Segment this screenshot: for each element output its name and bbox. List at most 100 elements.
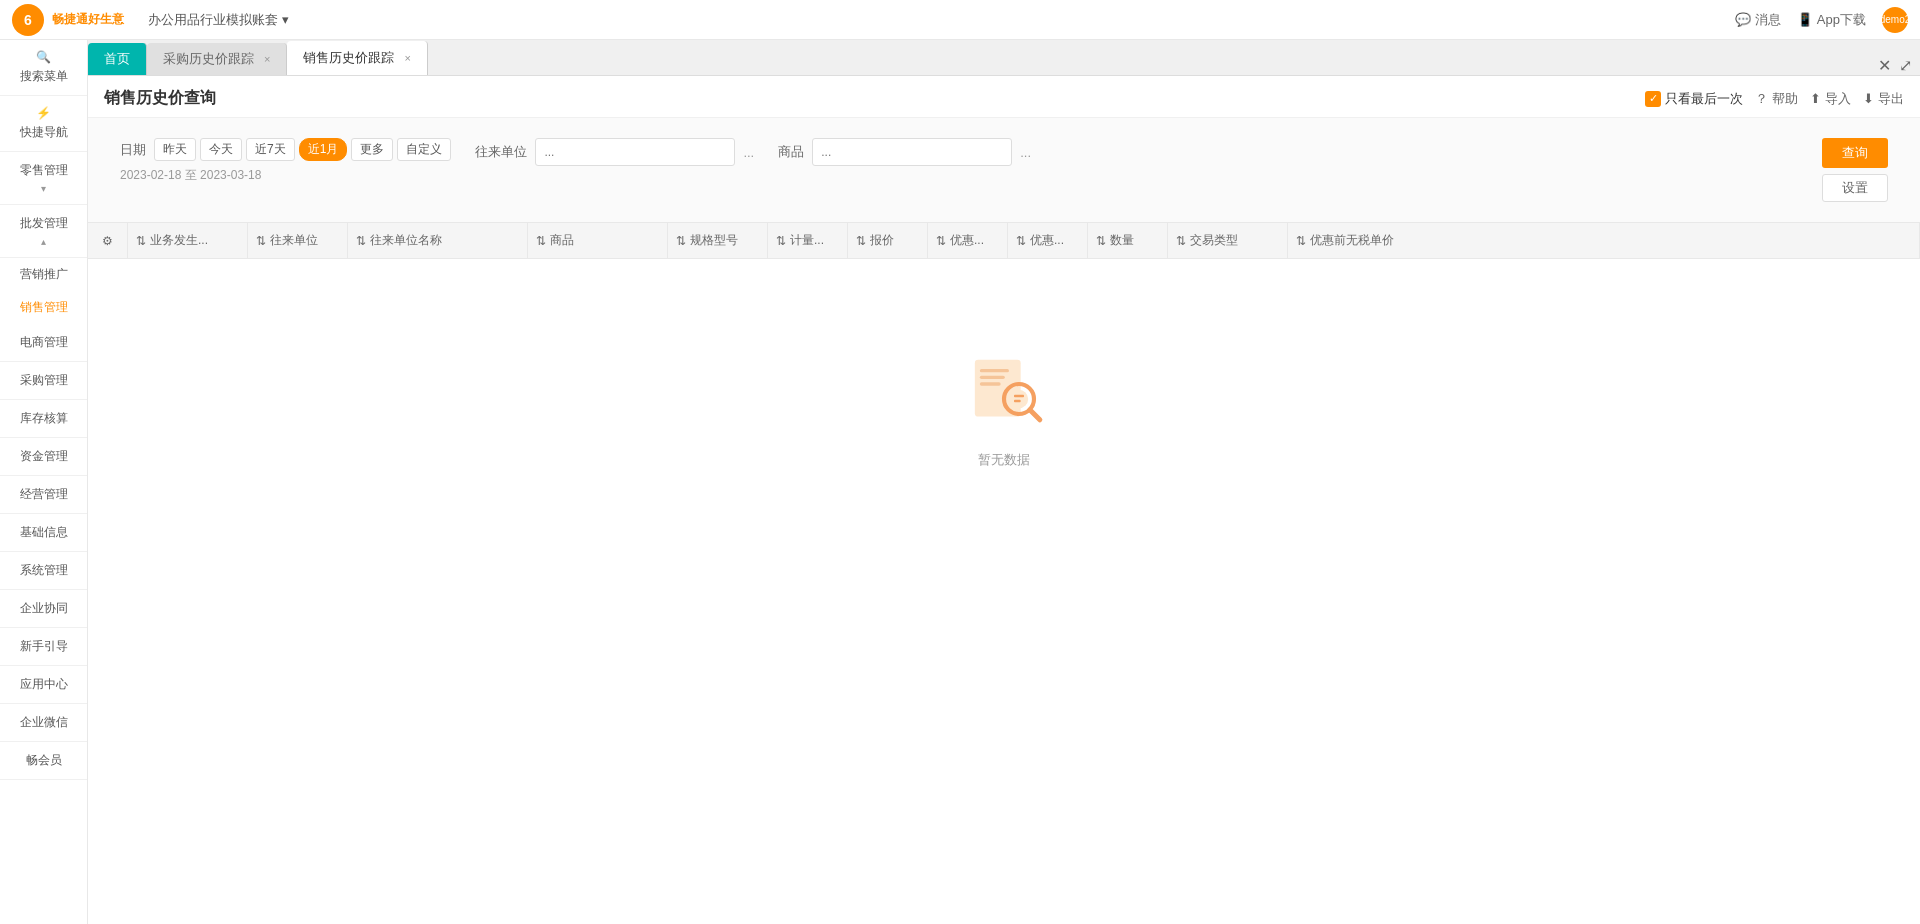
help-button[interactable]: ？ 帮助	[1755, 90, 1798, 108]
svg-rect-1	[980, 369, 1009, 372]
table-header: ⚙ ⇅ 业务发生... ⇅ 往来单位 ⇅ 往来单位名称	[88, 223, 1920, 259]
top-bar-left: 6 畅捷通好生意 办公用品行业模拟账套 ▾	[12, 4, 289, 36]
th-price[interactable]: ⇅ 报价	[848, 223, 928, 258]
only-last-toggle[interactable]: ✓ 只看最后一次	[1645, 90, 1743, 108]
sidebar-item-wholesale[interactable]: 批发管理 ▴	[0, 205, 87, 258]
tab-sales[interactable]: 销售历史价跟踪 ×	[287, 41, 427, 75]
date-btn-yesterday[interactable]: 昨天	[154, 138, 196, 161]
app-selector[interactable]: 办公用品行业模拟账套 ▾	[148, 11, 289, 29]
import-button[interactable]: ⬆ 导入	[1810, 90, 1851, 108]
sort-icon: ⇅	[856, 234, 866, 248]
tab-purchase-close[interactable]: ×	[264, 53, 270, 65]
phone-icon: 📱	[1797, 12, 1813, 27]
th-discount2[interactable]: ⇅ 优惠...	[1008, 223, 1088, 258]
logo-text: 畅捷通好生意	[52, 12, 124, 26]
sidebar-item-basic-info[interactable]: 基础信息	[0, 514, 87, 552]
tab-purchase[interactable]: 采购历史价跟踪 ×	[147, 43, 287, 75]
svg-rect-7	[1014, 395, 1024, 398]
svg-rect-0	[975, 360, 1021, 417]
fullscreen-icon[interactable]: ⤢	[1899, 56, 1912, 75]
user-profile[interactable]: demo2	[1882, 7, 1908, 33]
search-icon: 🔍	[36, 50, 51, 64]
th-product[interactable]: ⇅ 商品	[528, 223, 668, 258]
filter-area: 日期 昨天 今天 近7天 近1月 更多 自定义 2023-02-18 至 202…	[88, 118, 1920, 223]
sidebar-item-system[interactable]: 系统管理	[0, 552, 87, 590]
sidebar-item-quick-nav[interactable]: ⚡ 快捷导航	[0, 96, 87, 152]
tab-home[interactable]: 首页	[88, 43, 147, 75]
th-partner-code[interactable]: ⇅ 往来单位	[248, 223, 348, 258]
th-unit[interactable]: ⇅ 计量...	[768, 223, 848, 258]
avatar: demo2	[1882, 7, 1908, 33]
sidebar: 🔍 搜索菜单 ⚡ 快捷导航 零售管理 ▾ 批发管理 ▴ 营销推广 销售管理 电商…	[0, 40, 88, 924]
export-button[interactable]: ⬇ 导出	[1863, 90, 1904, 108]
sidebar-item-marketing[interactable]: 营销推广	[0, 258, 87, 291]
top-bar: 6 畅捷通好生意 办公用品行业模拟账套 ▾ 💬 消息 📱 App下载 demo2	[0, 0, 1920, 40]
partner-dots[interactable]: ...	[743, 145, 754, 160]
sidebar-item-apps[interactable]: 应用中心	[0, 666, 87, 704]
page-title: 销售历史价查询	[104, 88, 216, 109]
filter-main-row: 日期 昨天 今天 近7天 近1月 更多 自定义 2023-02-18 至 202…	[104, 130, 1904, 210]
sort-icon: ⇅	[356, 234, 366, 248]
svg-rect-3	[980, 382, 1001, 385]
sort-icon: ⇅	[136, 234, 146, 248]
date-btn-custom[interactable]: 自定义	[397, 138, 451, 161]
nav-icon: ⚡	[36, 106, 51, 120]
tab-actions: ✕ ⤢	[1878, 56, 1920, 75]
sort-icon: ⇅	[1296, 234, 1306, 248]
th-business-date[interactable]: ⇅ 业务发生...	[128, 223, 248, 258]
query-button[interactable]: 查询	[1822, 138, 1888, 168]
sidebar-item-member[interactable]: 畅会员	[0, 742, 87, 780]
svg-point-5	[1010, 390, 1028, 408]
sort-icon: ⇅	[1096, 234, 1106, 248]
th-pretax-price[interactable]: ⇅ 优惠前无税单价	[1288, 223, 1920, 258]
action-buttons: 查询 设置	[1822, 138, 1888, 202]
th-partner-name[interactable]: ⇅ 往来单位名称	[348, 223, 528, 258]
chevron-down-icon: ▾	[282, 12, 289, 27]
settings-button[interactable]: 设置	[1822, 174, 1888, 202]
sort-icon: ⇅	[676, 234, 686, 248]
import-icon: ⬆	[1810, 91, 1821, 106]
date-filter-group: 日期 昨天 今天 近7天 近1月 更多 自定义 2023-02-18 至 202…	[120, 138, 451, 184]
tab-sales-close[interactable]: ×	[404, 52, 410, 64]
main-layout: 🔍 搜索菜单 ⚡ 快捷导航 零售管理 ▾ 批发管理 ▴ 营销推广 销售管理 电商…	[0, 40, 1920, 924]
sidebar-item-sales-mgmt[interactable]: 销售管理	[0, 291, 87, 324]
empty-illustration	[954, 339, 1054, 439]
product-input[interactable]	[812, 138, 1012, 166]
sidebar-item-inventory[interactable]: 库存核算	[0, 400, 87, 438]
svg-rect-8	[1014, 400, 1021, 403]
date-btn-1month[interactable]: 近1月	[299, 138, 348, 161]
date-btn-7days[interactable]: 近7天	[246, 138, 295, 161]
partner-label: 往来单位	[475, 143, 527, 161]
sort-icon: ⇅	[1176, 234, 1186, 248]
th-trade-type[interactable]: ⇅ 交易类型	[1168, 223, 1288, 258]
partner-filter-group: 往来单位 ...	[475, 138, 754, 166]
app-download-button[interactable]: 📱 App下载	[1797, 11, 1866, 29]
tab-bar: 首页 采购历史价跟踪 × 销售历史价跟踪 × ✕ ⤢	[88, 40, 1920, 76]
partner-input[interactable]	[535, 138, 735, 166]
product-dots[interactable]: ...	[1020, 145, 1031, 160]
sidebar-item-operations[interactable]: 经营管理	[0, 476, 87, 514]
window-close-icon[interactable]: ✕	[1878, 56, 1891, 75]
message-button[interactable]: 💬 消息	[1735, 11, 1781, 29]
help-icon: ？	[1755, 90, 1768, 108]
sidebar-item-search-menu[interactable]: 🔍 搜索菜单	[0, 40, 87, 96]
sidebar-item-wechat[interactable]: 企业微信	[0, 704, 87, 742]
th-gear[interactable]: ⚙	[88, 223, 128, 258]
th-spec[interactable]: ⇅ 规格型号	[668, 223, 768, 258]
product-label: 商品	[778, 143, 804, 161]
date-btn-today[interactable]: 今天	[200, 138, 242, 161]
th-discount1[interactable]: ⇅ 优惠...	[928, 223, 1008, 258]
page-actions: ✓ 只看最后一次 ？ 帮助 ⬆ 导入 ⬇ 导出	[1645, 90, 1904, 108]
sidebar-item-purchase[interactable]: 采购管理	[0, 362, 87, 400]
sidebar-item-retail[interactable]: 零售管理 ▾	[0, 152, 87, 205]
content-area: 首页 采购历史价跟踪 × 销售历史价跟踪 × ✕ ⤢ 销售历史价查询	[88, 40, 1920, 924]
th-qty[interactable]: ⇅ 数量	[1088, 223, 1168, 258]
checkbox-icon: ✓	[1645, 91, 1661, 107]
sidebar-item-finance[interactable]: 资金管理	[0, 438, 87, 476]
sidebar-item-enterprise[interactable]: 企业协同	[0, 590, 87, 628]
sidebar-item-ecom[interactable]: 电商管理	[0, 324, 87, 362]
message-icon: 💬	[1735, 12, 1751, 27]
page-content: 销售历史价查询 ✓ 只看最后一次 ？ 帮助 ⬆ 导入	[88, 76, 1920, 924]
date-btn-more[interactable]: 更多	[351, 138, 393, 161]
sidebar-item-guide[interactable]: 新手引导	[0, 628, 87, 666]
